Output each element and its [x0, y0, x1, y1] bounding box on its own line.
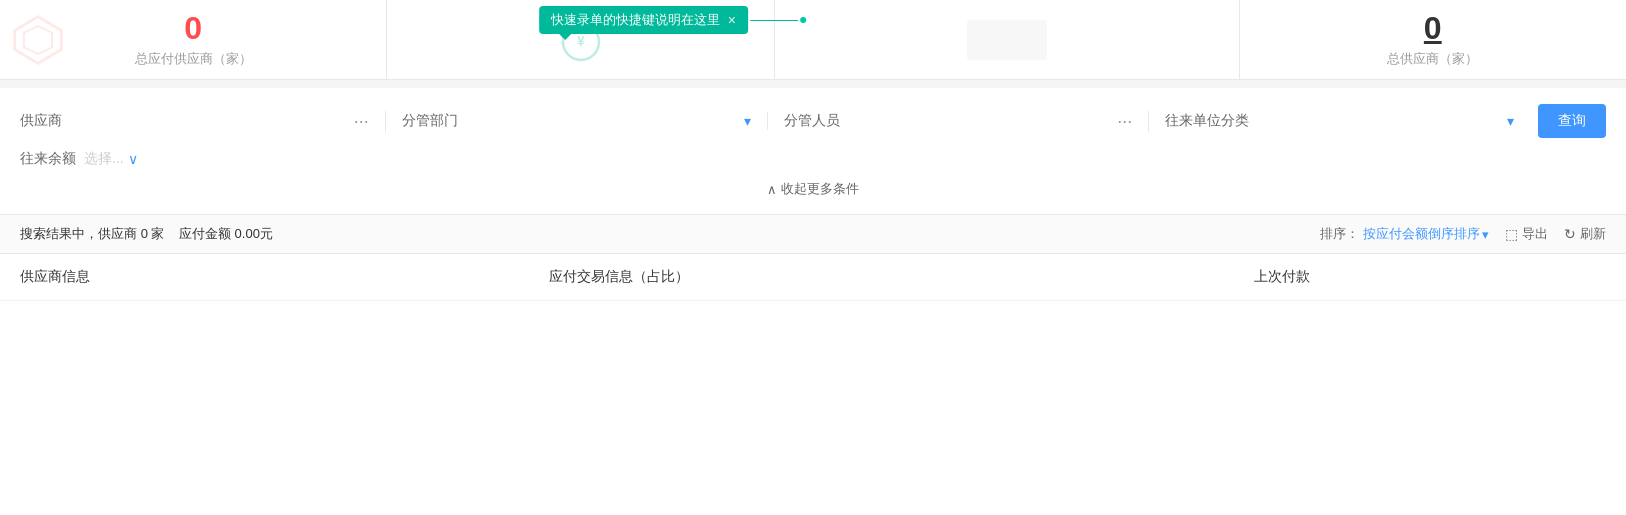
collapse-label: 收起更多条件 [781, 180, 859, 198]
results-prefix: 搜索结果中，供应商 [20, 226, 137, 241]
tooltip-text: 快速录单的快捷键说明在这里 [551, 11, 720, 29]
unit-input[interactable] [1257, 113, 1503, 129]
collapse-button[interactable]: ∧ 收起更多条件 [751, 176, 875, 202]
total-suppliers-label: 总供应商（家） [1387, 50, 1478, 68]
col-supplier-info: 供应商信息 [20, 268, 549, 286]
tooltip-line [750, 20, 800, 21]
stat-total-payable-suppliers: 0 总应付供应商（家） [0, 0, 387, 79]
filter-person: 分管人员 ··· [784, 111, 1150, 132]
amount-label: 应付金额 [179, 226, 231, 241]
dept-input[interactable] [466, 113, 740, 129]
export-icon: ⬚ [1505, 226, 1518, 242]
svg-text:¥: ¥ [577, 33, 585, 49]
sort-container: 排序： 按应付会额倒序排序 ▾ [1320, 225, 1489, 243]
dept-label: 分管部门 [402, 112, 458, 130]
unit-label: 往来单位分类 [1165, 112, 1249, 130]
results-bar: 搜索结果中，供应商 0 家 应付金额 0.00元 排序： 按应付会额倒序排序 ▾… [0, 215, 1626, 254]
filter-row-1: 供应商 ··· 分管部门 ▾ 分管人员 ··· 往来单位分类 ▾ [20, 104, 1606, 138]
filter-supplier: 供应商 ··· [20, 111, 386, 132]
results-actions: 排序： 按应付会额倒序排序 ▾ ⬚ 导出 ↻ 刷新 [1320, 225, 1606, 243]
person-label: 分管人员 [784, 112, 840, 130]
filter-dept: 分管部门 ▾ [402, 112, 768, 130]
sort-label: 排序： [1320, 225, 1359, 243]
balance-label: 往来余额 [20, 150, 76, 168]
person-input[interactable] [848, 113, 1114, 129]
tooltip-close-icon[interactable]: × [728, 12, 736, 28]
person-dots-icon[interactable]: ··· [1117, 111, 1132, 132]
balance-arrow-icon[interactable]: ∨ [128, 151, 138, 167]
col-payable-info: 应付交易信息（占比） [549, 268, 1254, 286]
sort-value[interactable]: 按应付会额倒序排序 ▾ [1363, 225, 1489, 243]
total-payable-suppliers-number: 0 [184, 12, 202, 44]
refresh-label: 刷新 [1580, 225, 1606, 243]
stats-bar: 0 总应付供应商（家） ¥ 快速录单的快捷键说明在这里 × [0, 0, 1626, 80]
refresh-icon: ↻ [1564, 226, 1576, 242]
query-button[interactable]: 查询 [1538, 104, 1606, 138]
supplier-count: 0 [141, 226, 148, 241]
filter-unit: 往来单位分类 ▾ [1165, 112, 1530, 130]
total-payable-suppliers-label: 总应付供应商（家） [135, 50, 252, 68]
dept-arrow-icon[interactable]: ▾ [744, 113, 751, 129]
results-mid: 家 [151, 226, 164, 241]
balance-placeholder: 选择... [84, 150, 124, 168]
stat-payable-total: ¥ 快速录单的快捷键说明在这里 × [387, 0, 774, 79]
tooltip-dot [798, 15, 808, 25]
stat-total-suppliers: 0 总供应商（家） [1240, 0, 1626, 79]
table-body [0, 301, 1626, 515]
sort-text: 按应付会额倒序排序 [1363, 225, 1480, 243]
total-suppliers-number: 0 [1424, 12, 1442, 44]
supplier-input[interactable] [70, 113, 350, 129]
export-button[interactable]: ⬚ 导出 [1505, 225, 1548, 243]
filter-balance: 往来余额 选择... ∨ [20, 150, 220, 168]
filter-row-2: 往来余额 选择... ∨ [20, 150, 1606, 168]
diamond-icon [10, 12, 66, 68]
svg-marker-1 [24, 26, 52, 54]
amount-value: 0.00元 [235, 226, 273, 241]
sort-arrow-icon: ▾ [1482, 227, 1489, 242]
supplier-label: 供应商 [20, 112, 62, 130]
filter-section: 供应商 ··· 分管部门 ▾ 分管人员 ··· 往来单位分类 ▾ [0, 88, 1626, 215]
table-header: 供应商信息 应付交易信息（占比） 上次付款 [0, 254, 1626, 301]
tooltip-bubble: 快速录单的快捷键说明在这里 × [539, 6, 748, 34]
export-label: 导出 [1522, 225, 1548, 243]
unit-arrow-icon[interactable]: ▾ [1507, 113, 1514, 129]
refresh-button[interactable]: ↻ 刷新 [1564, 225, 1606, 243]
collapse-icon: ∧ [767, 182, 777, 197]
results-info: 搜索结果中，供应商 0 家 应付金额 0.00元 [20, 225, 273, 243]
svg-marker-0 [15, 16, 62, 63]
col-last-payment: 上次付款 [1254, 268, 1606, 286]
stat-blank [775, 0, 1240, 79]
supplier-dots-icon[interactable]: ··· [354, 111, 369, 132]
collapse-row: ∧ 收起更多条件 [20, 176, 1606, 202]
